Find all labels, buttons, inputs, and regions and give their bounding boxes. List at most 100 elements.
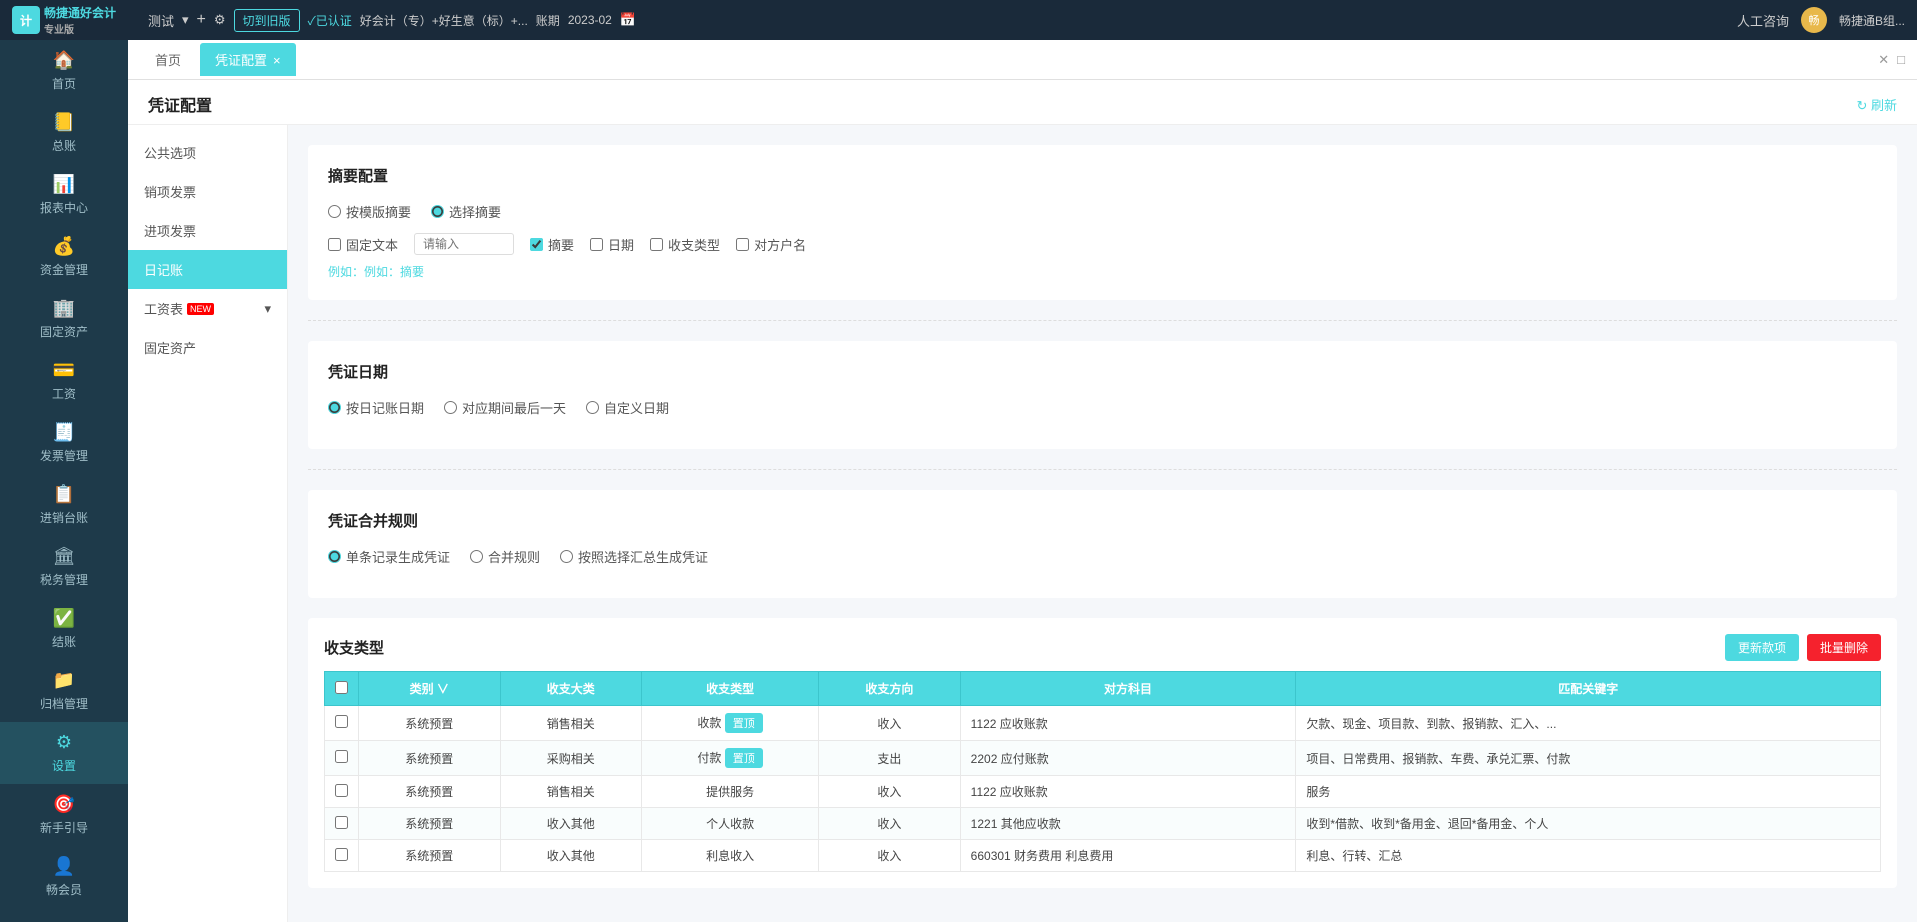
sidebar-label-设置: 设置 (52, 757, 76, 774)
row-checkbox-2[interactable] (325, 776, 359, 808)
calendar-icon[interactable]: 📅 (620, 12, 636, 28)
sidebar-item-资金管理[interactable]: 💰资金管理 (0, 226, 128, 288)
row-keywords-3: 收到*借款、收到*备用金、退回*备用金、个人 (1296, 808, 1881, 840)
table-actions: 更新款项 批量删除 (1725, 634, 1881, 661)
col-type: 收支类型 (642, 672, 819, 706)
row-checkbox-4[interactable] (325, 840, 359, 872)
row-account-3: 1221 其他应收款 (960, 808, 1296, 840)
row-keywords-0: 欠款、现金、项目款、到款、报销款、汇入、... (1296, 706, 1881, 741)
sidebar-icon-税务管理: 🏛 (53, 546, 76, 567)
tab-actions: ✕ □ (1878, 52, 1905, 68)
sidebar-label-固定资产: 固定资产 (40, 323, 88, 340)
sidebar-item-固定资产[interactable]: 🏢 固定资产 (0, 288, 128, 350)
summary-config-section: 摘要配置 按模版摘要 选择摘要 (308, 145, 1897, 300)
maximize-icon[interactable]: □ (1897, 52, 1905, 67)
left-nav-item-公共选项[interactable]: 公共选项 (128, 133, 287, 172)
voucher-date-custom[interactable]: 自定义日期 (586, 398, 669, 417)
sidebar-label-新手引导: 新手引导 (40, 819, 88, 836)
sidebar-item-首页[interactable]: 🏠首页 (0, 40, 128, 102)
voucher-date-journal[interactable]: 按日记账日期 (328, 398, 424, 417)
tag-btn-0[interactable]: 置顶 (725, 713, 763, 733)
row-checkbox-1[interactable] (325, 741, 359, 776)
summary-radio-select[interactable]: 选择摘要 (431, 202, 501, 221)
table-head: 类别 ∨ 收支大类 收支类型 收支方向 对方科目 匹配关键字 (325, 672, 1881, 706)
select-all-header[interactable] (325, 672, 359, 706)
sidebar-item-归档管理[interactable]: 📁归档管理 (0, 660, 128, 722)
close-window-icon[interactable]: ✕ (1878, 52, 1889, 68)
left-nav-label-工资表: 工资表 (144, 299, 183, 318)
voucher-date-title: 凭证日期 (328, 361, 1877, 382)
sidebar-icon-工资: 💳 (53, 360, 75, 381)
row-type-3: 个人收款 (642, 808, 819, 840)
summary-radio-template[interactable]: 按模版摘要 (328, 202, 411, 221)
consult-label[interactable]: 人工咨询 (1737, 11, 1789, 30)
refresh-button[interactable]: ↻ 刷新 (1856, 95, 1897, 114)
table-row: 系统预置 收入其他 利息收入 收入 660301 财务费用 利息费用 利息、行转… (325, 840, 1881, 872)
left-nav-item-日记账[interactable]: 日记账 (128, 250, 287, 289)
sidebar-icon-资金管理: 💰 (53, 236, 75, 257)
sidebar-item-工资[interactable]: 💳 工资 (0, 350, 128, 412)
sidebar-item-畅会员[interactable]: 👤畅会员 (0, 846, 128, 908)
row-major-1: 采购相关 (500, 741, 642, 776)
add-icon[interactable]: + (197, 11, 206, 29)
left-nav-item-工资表[interactable]: 工资表NEW▾ (128, 289, 287, 328)
date-checkbox[interactable]: 日期 (590, 235, 634, 254)
counterpart-name-checkbox[interactable]: 对方户名 (736, 235, 806, 254)
sidebar-item-总账[interactable]: 📒总账 (0, 102, 128, 164)
workspace-dropdown-icon[interactable]: ▾ (182, 12, 189, 28)
row-category-1: 系统预置 (359, 741, 501, 776)
voucher-date-last-day[interactable]: 对应期间最后一天 (444, 398, 566, 417)
sidebar-label-进销台账: 进销台账 (40, 509, 88, 526)
sidebar-icon-结账: ✅ (53, 608, 75, 629)
row-major-4: 收入其他 (500, 840, 642, 872)
workspace-label: 测试 (148, 11, 174, 30)
tab-首页[interactable]: 首页 (140, 43, 196, 76)
row-major-0: 销售相关 (500, 706, 642, 741)
sidebar-item-设置[interactable]: ⚙ 设置 (0, 722, 128, 784)
page-title: 凭证配置 (148, 92, 212, 116)
update-button[interactable]: 更新款项 (1725, 634, 1799, 661)
merge-single[interactable]: 单条记录生成凭证 (328, 547, 450, 566)
sidebar-item-发票管理[interactable]: 🧾发票管理 (0, 412, 128, 474)
avatar[interactable]: 畅 (1801, 7, 1827, 33)
fixed-text-checkbox[interactable] (328, 238, 341, 251)
sidebar-item-新手引导[interactable]: 🎯新手引导 (0, 784, 128, 846)
sidebar-icon-固定资产: 🏢 (53, 298, 75, 319)
sidebar-label-工资: 工资 (52, 385, 76, 402)
merge-summary[interactable]: 按照选择汇总生成凭证 (560, 547, 708, 566)
row-checkbox-3[interactable] (325, 808, 359, 840)
col-category: 类别 ∨ (359, 672, 501, 706)
summary-checkbox[interactable]: 摘要 (530, 235, 574, 254)
tab-close-凭证配置[interactable]: × (273, 53, 281, 68)
sidebar-item-报表中心[interactable]: 📊报表中心 (0, 164, 128, 226)
product-tags: 好会计（专）+好生意（标）+... (360, 12, 528, 29)
row-direction-0: 收入 (819, 706, 961, 741)
logo-sub: 专业版 (44, 21, 116, 36)
sidebar-icon-设置: ⚙ (56, 732, 72, 753)
left-nav-item-固定资产[interactable]: 固定资产 (128, 328, 287, 367)
merge-rule[interactable]: 合并规则 (470, 547, 540, 566)
tab-凭证配置[interactable]: 凭证配置× (200, 43, 296, 76)
sidebar-item-进销台账[interactable]: 📋 进销台账 (0, 474, 128, 536)
sidebar-item-结账[interactable]: ✅结账 (0, 598, 128, 660)
main-layout: 🏠首页📒总账📊报表中心💰资金管理🏢固定资产💳工资🧾发票管理📋进销台账🏛税务管理✅… (0, 40, 1917, 922)
left-nav-label-进项发票: 进项发票 (144, 221, 196, 240)
left-nav-item-销项发票[interactable]: 销项发票 (128, 172, 287, 211)
col-keywords: 匹配关键字 (1296, 672, 1881, 706)
tag-btn-1[interactable]: 置顶 (725, 748, 763, 768)
fixed-text-label[interactable]: 固定文本 (328, 235, 398, 254)
sidebar-icon-进销台账: 📋 (53, 484, 75, 505)
settings-icon[interactable]: ⚙ (214, 12, 226, 28)
left-nav-label-公共选项: 公共选项 (144, 143, 196, 162)
switch-version-button[interactable]: 切到旧版 (234, 9, 300, 32)
period-label: 账期 (536, 12, 560, 29)
sidebar-item-税务管理[interactable]: 🏛税务管理 (0, 536, 128, 598)
row-keywords-1: 项目、日常费用、报销款、车费、承兑汇票、付款 (1296, 741, 1881, 776)
row-checkbox-0[interactable] (325, 706, 359, 741)
income-type-checkbox[interactable]: 收支类型 (650, 235, 720, 254)
batch-delete-button[interactable]: 批量删除 (1807, 634, 1881, 661)
row-category-2: 系统预置 (359, 776, 501, 808)
fixed-text-input[interactable] (414, 233, 514, 255)
left-nav-item-进项发票[interactable]: 进项发票 (128, 211, 287, 250)
left-nav-label-固定资产: 固定资产 (144, 338, 196, 357)
